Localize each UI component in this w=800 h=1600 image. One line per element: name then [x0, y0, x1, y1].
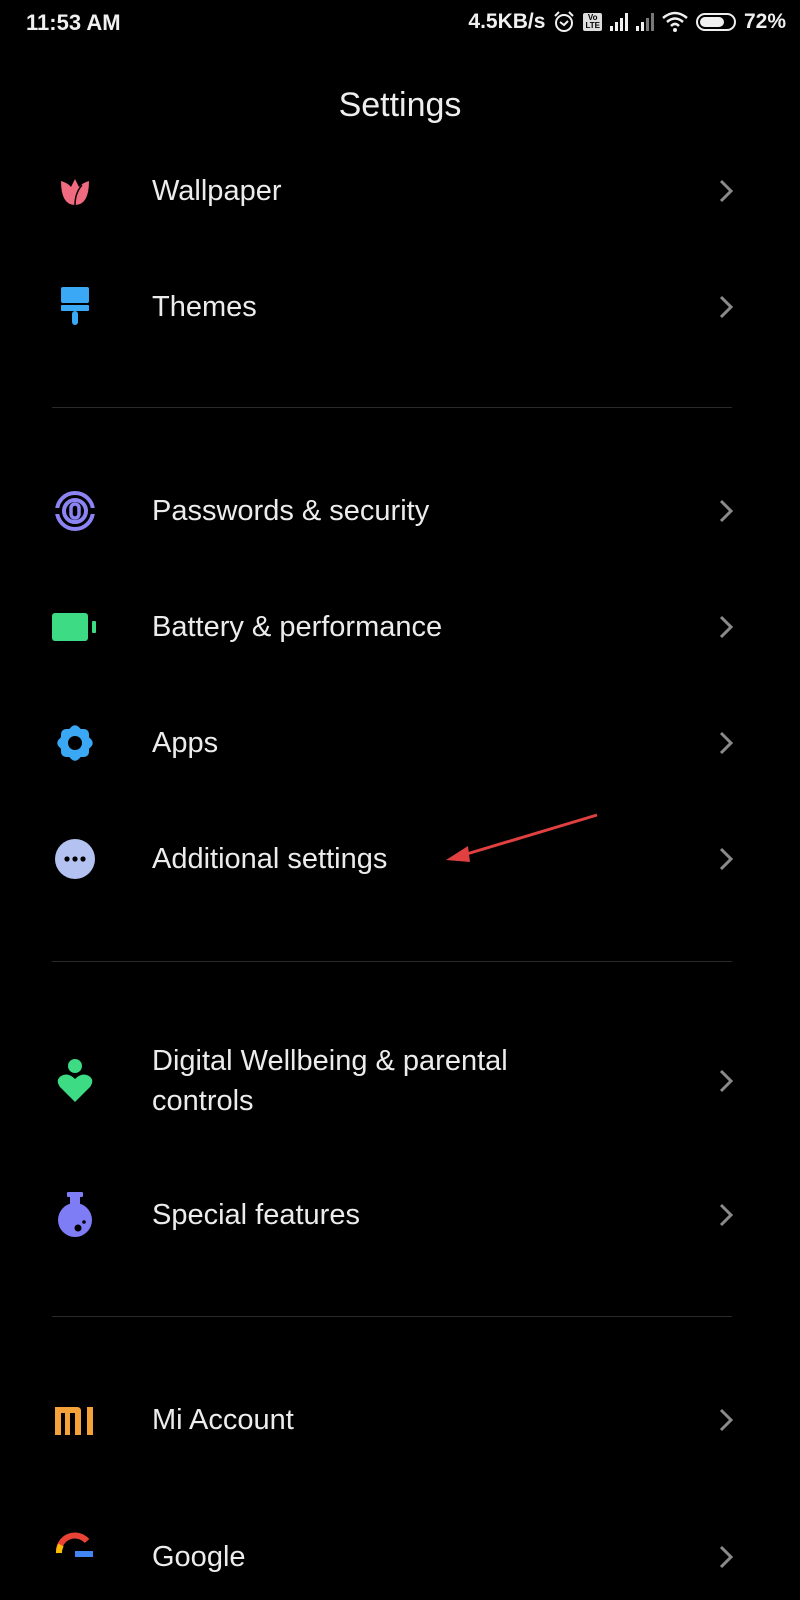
item-label: Themes	[152, 291, 257, 323]
settings-item-mi-account[interactable]: Mi Account	[0, 1375, 800, 1465]
mi-logo-icon	[52, 1397, 98, 1443]
page-title: Settings	[338, 86, 462, 124]
settings-item-passwords-security[interactable]: Passwords & security	[0, 466, 800, 556]
item-label: Digital Wellbeing & parental controls	[152, 1045, 508, 1117]
chevron-right-icon	[719, 179, 734, 203]
more-dots-icon	[52, 836, 98, 882]
item-label: Mi Account	[152, 1404, 294, 1436]
settings-item-digital-wellbeing[interactable]: Digital Wellbeing & parental controls	[0, 1036, 800, 1126]
item-label: Special features	[152, 1199, 360, 1231]
section-divider	[52, 1316, 732, 1317]
wellbeing-heart-icon	[52, 1058, 98, 1104]
chevron-right-icon	[719, 499, 734, 523]
settings-item-wallpaper[interactable]: Wallpaper	[0, 146, 800, 236]
signal-sim1-icon	[609, 13, 628, 31]
paintbrush-icon	[52, 284, 98, 330]
chevron-right-icon	[719, 1408, 734, 1432]
section-divider	[52, 407, 732, 408]
alarm-icon	[554, 11, 575, 32]
network-speed: 4.5KB/s	[468, 10, 546, 33]
chevron-right-icon	[719, 1069, 734, 1093]
settings-item-battery-performance[interactable]: Battery & performance	[0, 582, 800, 672]
item-label: Passwords & security	[152, 495, 430, 527]
battery-icon	[52, 604, 98, 650]
battery-percent: 72%	[743, 10, 786, 33]
chevron-right-icon	[719, 1545, 734, 1569]
tulip-icon	[52, 168, 98, 214]
item-label: Wallpaper	[152, 175, 282, 207]
chevron-right-icon	[719, 847, 734, 871]
settings-item-apps[interactable]: Apps	[0, 698, 800, 788]
settings-item-themes[interactable]: Themes	[0, 262, 800, 352]
item-label: Apps	[152, 727, 219, 759]
flask-icon	[52, 1192, 98, 1238]
volte-icon: Vo LTE	[583, 13, 602, 31]
status-bar: 11:53 AM 4.5KB/s Vo LTE 72%	[0, 0, 800, 50]
annotation-arrow	[446, 813, 598, 862]
signal-sim2-icon	[635, 13, 654, 31]
item-label: Battery & performance	[152, 611, 443, 643]
settings-item-additional-settings[interactable]: Additional settings	[0, 814, 800, 904]
chevron-right-icon	[719, 1203, 734, 1227]
chevron-right-icon	[719, 615, 734, 639]
chevron-right-icon	[719, 731, 734, 755]
status-icons: 4.5KB/s Vo LTE 72%	[468, 10, 786, 34]
battery-icon	[695, 13, 736, 31]
google-icon	[52, 1512, 98, 1558]
item-label: Google	[152, 1541, 246, 1573]
item-label: Additional settings	[152, 843, 388, 875]
status-time: 11:53 AM	[26, 10, 121, 35]
wifi-icon	[662, 11, 688, 32]
gear-icon	[52, 720, 98, 766]
chevron-right-icon	[719, 295, 734, 319]
settings-item-special-features[interactable]: Special features	[0, 1170, 800, 1260]
settings-item-google[interactable]: Google	[0, 1490, 800, 1580]
section-divider	[52, 961, 732, 962]
fingerprint-icon	[52, 488, 98, 534]
